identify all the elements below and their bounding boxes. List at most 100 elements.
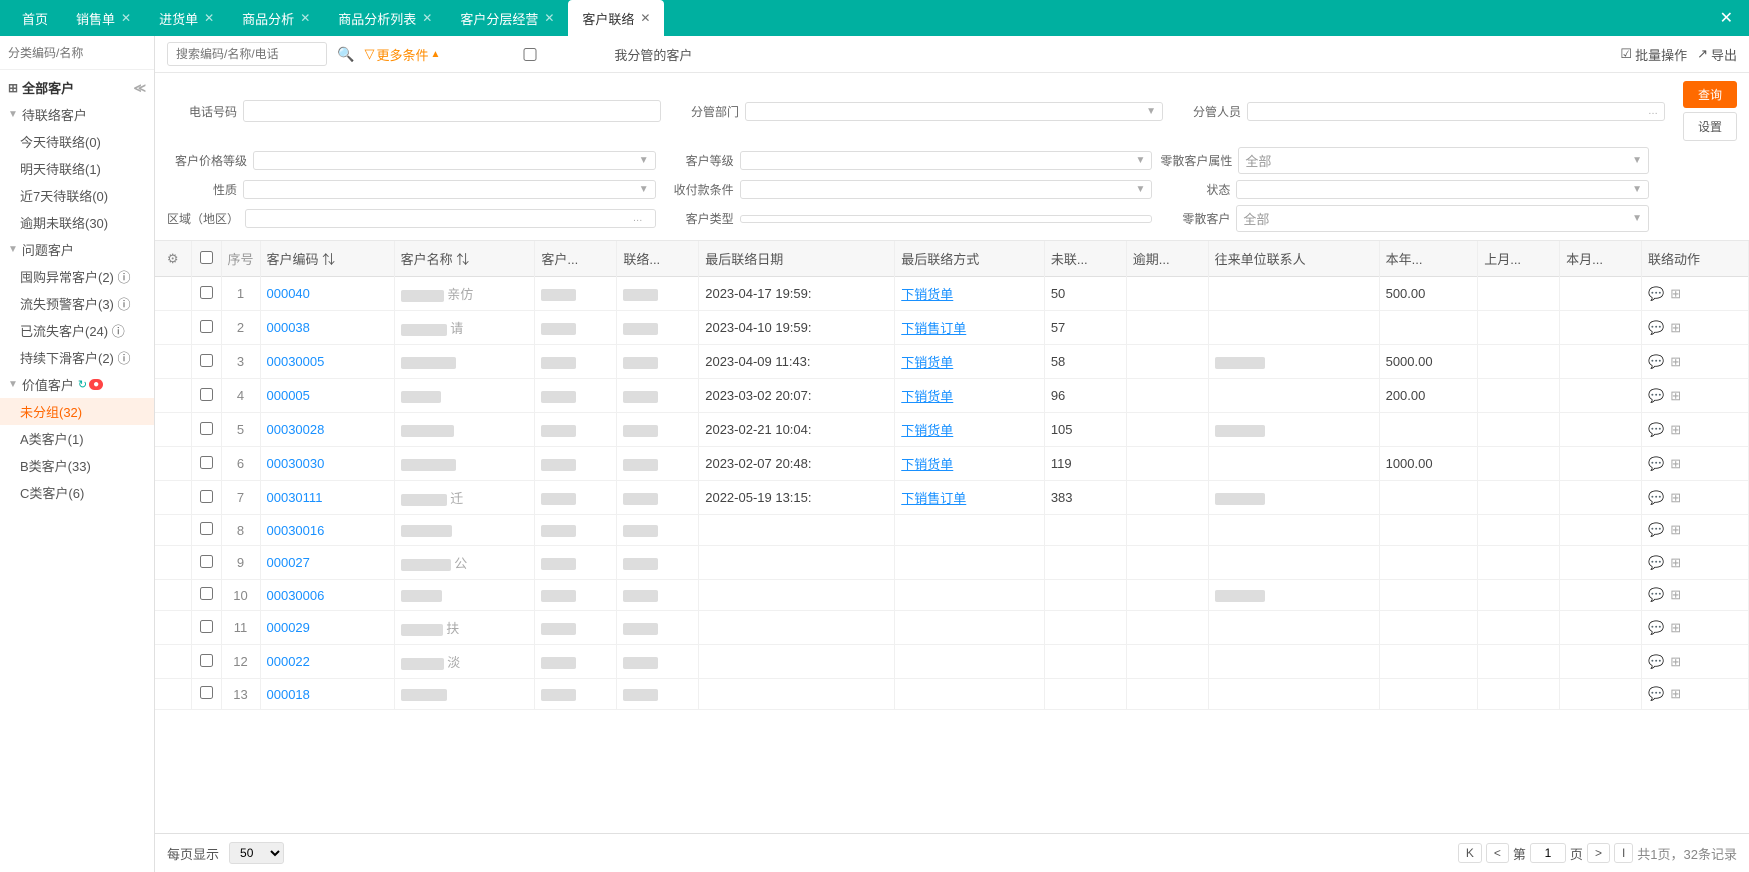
contact-method-link[interactable]: 下销货单: [901, 389, 953, 404]
row-action[interactable]: 💬 ⊞: [1642, 379, 1749, 413]
chat-icon[interactable]: 💬: [1648, 456, 1664, 472]
zero-customer-select[interactable]: 全部 ▼: [1236, 205, 1649, 232]
chat-icon[interactable]: 💬: [1648, 654, 1664, 670]
row-code[interactable]: 000029: [260, 611, 394, 645]
row-code[interactable]: 000040: [260, 277, 394, 311]
row-action[interactable]: 💬 ⊞: [1642, 447, 1749, 481]
phone-input[interactable]: [243, 100, 661, 122]
chat-icon[interactable]: 💬: [1648, 620, 1664, 636]
nature-select[interactable]: ▼: [243, 180, 656, 199]
row-code[interactable]: 000005: [260, 379, 394, 413]
row-checkbox[interactable]: [200, 354, 213, 367]
grid-action-icon[interactable]: ⊞: [1670, 490, 1681, 506]
row-checkbox[interactable]: [200, 422, 213, 435]
my-customer-checkbox[interactable]: [450, 48, 610, 61]
contact-method-link[interactable]: 下销货单: [901, 355, 953, 370]
grid-action-icon[interactable]: ⊞: [1670, 286, 1681, 302]
search-input[interactable]: [167, 42, 327, 66]
sidebar-item-class-c[interactable]: C类客户(6): [0, 479, 154, 506]
row-checkbox-cell[interactable]: [191, 277, 221, 311]
page-input[interactable]: [1530, 843, 1566, 863]
row-checkbox-cell[interactable]: [191, 379, 221, 413]
row-checkbox[interactable]: [200, 555, 213, 568]
customer-level-select[interactable]: ▼: [740, 151, 1153, 170]
row-action[interactable]: 💬 ⊞: [1642, 611, 1749, 645]
contact-method-link[interactable]: 下销售订单: [901, 491, 966, 506]
chat-icon[interactable]: 💬: [1648, 587, 1664, 603]
row-code[interactable]: 00030030: [260, 447, 394, 481]
sidebar-item-today-pending[interactable]: 今天待联络(0): [0, 128, 154, 155]
row-checkbox-cell[interactable]: [191, 580, 221, 611]
row-last-contact-method[interactable]: 下销货单: [895, 447, 1045, 481]
first-page-button[interactable]: K: [1458, 843, 1482, 863]
row-code[interactable]: 000038: [260, 311, 394, 345]
sidebar-item-overdue[interactable]: 逾期未联络(30): [0, 209, 154, 236]
grid-action-icon[interactable]: ⊞: [1670, 555, 1681, 571]
grid-action-icon[interactable]: ⊞: [1670, 354, 1681, 370]
tab-customer-contact[interactable]: 客户联络 ✕: [568, 0, 664, 36]
close-icon[interactable]: ✕: [544, 11, 554, 25]
sidebar-group-problem[interactable]: ▼ 问题客户: [0, 236, 154, 263]
row-action[interactable]: 💬 ⊞: [1642, 546, 1749, 580]
chat-icon[interactable]: 💬: [1648, 286, 1664, 302]
row-last-contact-method[interactable]: [895, 645, 1045, 679]
row-checkbox-cell[interactable]: [191, 447, 221, 481]
chat-icon[interactable]: 💬: [1648, 320, 1664, 336]
row-checkbox-cell[interactable]: [191, 546, 221, 580]
my-customer-checkbox-label[interactable]: 我分管的客户: [450, 45, 692, 64]
sidebar-group-value[interactable]: ▼ 价值客户 ↻ ●: [0, 371, 154, 398]
row-checkbox[interactable]: [200, 490, 213, 503]
close-icon[interactable]: ✕: [422, 11, 432, 25]
sidebar-group-pending[interactable]: ▼ 待联络客户: [0, 101, 154, 128]
row-checkbox-cell[interactable]: [191, 679, 221, 710]
row-code[interactable]: 00030005: [260, 345, 394, 379]
customer-type-select[interactable]: [740, 215, 1153, 223]
sidebar-item-7days-pending[interactable]: 近7天待联络(0): [0, 182, 154, 209]
close-icon[interactable]: ✕: [300, 11, 310, 25]
sidebar-item-tomorrow-pending[interactable]: 明天待联络(1): [0, 155, 154, 182]
row-checkbox[interactable]: [200, 388, 213, 401]
status-select[interactable]: ▼: [1236, 180, 1649, 199]
all-customers-header[interactable]: ⊞ 全部客户 ≪: [0, 70, 154, 101]
row-action[interactable]: 💬 ⊞: [1642, 277, 1749, 311]
row-checkbox-cell[interactable]: [191, 645, 221, 679]
contact-method-link[interactable]: 下销货单: [901, 423, 953, 438]
row-checkbox-cell[interactable]: [191, 515, 221, 546]
chat-icon[interactable]: 💬: [1648, 388, 1664, 404]
row-last-contact-method[interactable]: [895, 580, 1045, 611]
row-checkbox[interactable]: [200, 320, 213, 333]
row-action[interactable]: 💬 ⊞: [1642, 679, 1749, 710]
chat-icon[interactable]: 💬: [1648, 354, 1664, 370]
reset-button[interactable]: 设置: [1683, 112, 1737, 141]
row-code[interactable]: 00030016: [260, 515, 394, 546]
export-button[interactable]: ↗ 导出: [1697, 45, 1737, 64]
row-code[interactable]: 00030006: [260, 580, 394, 611]
close-icon[interactable]: ✕: [640, 11, 650, 25]
chat-icon[interactable]: 💬: [1648, 522, 1664, 538]
sidebar-item-class-a[interactable]: A类客户(1): [0, 425, 154, 452]
row-checkbox-cell[interactable]: [191, 345, 221, 379]
row-last-contact-method[interactable]: 下销货单: [895, 413, 1045, 447]
row-action[interactable]: 💬 ⊞: [1642, 345, 1749, 379]
more-filter-button[interactable]: ▽ 更多条件 ▲: [364, 45, 440, 64]
sidebar-item-churned[interactable]: 已流失客户(24) ⓘ: [0, 317, 154, 344]
row-code[interactable]: 00030111: [260, 481, 394, 515]
grid-action-icon[interactable]: ⊞: [1670, 654, 1681, 670]
grid-action-icon[interactable]: ⊞: [1670, 620, 1681, 636]
sidebar-item-ungrouped[interactable]: 未分组(32): [0, 398, 154, 425]
tab-product-analysis-list[interactable]: 商品分析列表 ✕: [324, 0, 446, 36]
row-last-contact-method[interactable]: 下销售订单: [895, 311, 1045, 345]
row-checkbox[interactable]: [200, 620, 213, 633]
row-checkbox[interactable]: [200, 686, 213, 699]
column-settings-icon[interactable]: ⚙: [167, 251, 179, 266]
close-icon[interactable]: ✕: [204, 11, 214, 25]
grid-action-icon[interactable]: ⊞: [1670, 320, 1681, 336]
window-close-button[interactable]: ✕: [1712, 8, 1741, 28]
row-checkbox[interactable]: [200, 456, 213, 469]
row-checkbox[interactable]: [200, 522, 213, 535]
row-action[interactable]: 💬 ⊞: [1642, 515, 1749, 546]
row-code[interactable]: 000022: [260, 645, 394, 679]
row-last-contact-method[interactable]: [895, 611, 1045, 645]
row-last-contact-method[interactable]: [895, 679, 1045, 710]
col-name[interactable]: 客户名称 ⇅: [394, 241, 535, 277]
